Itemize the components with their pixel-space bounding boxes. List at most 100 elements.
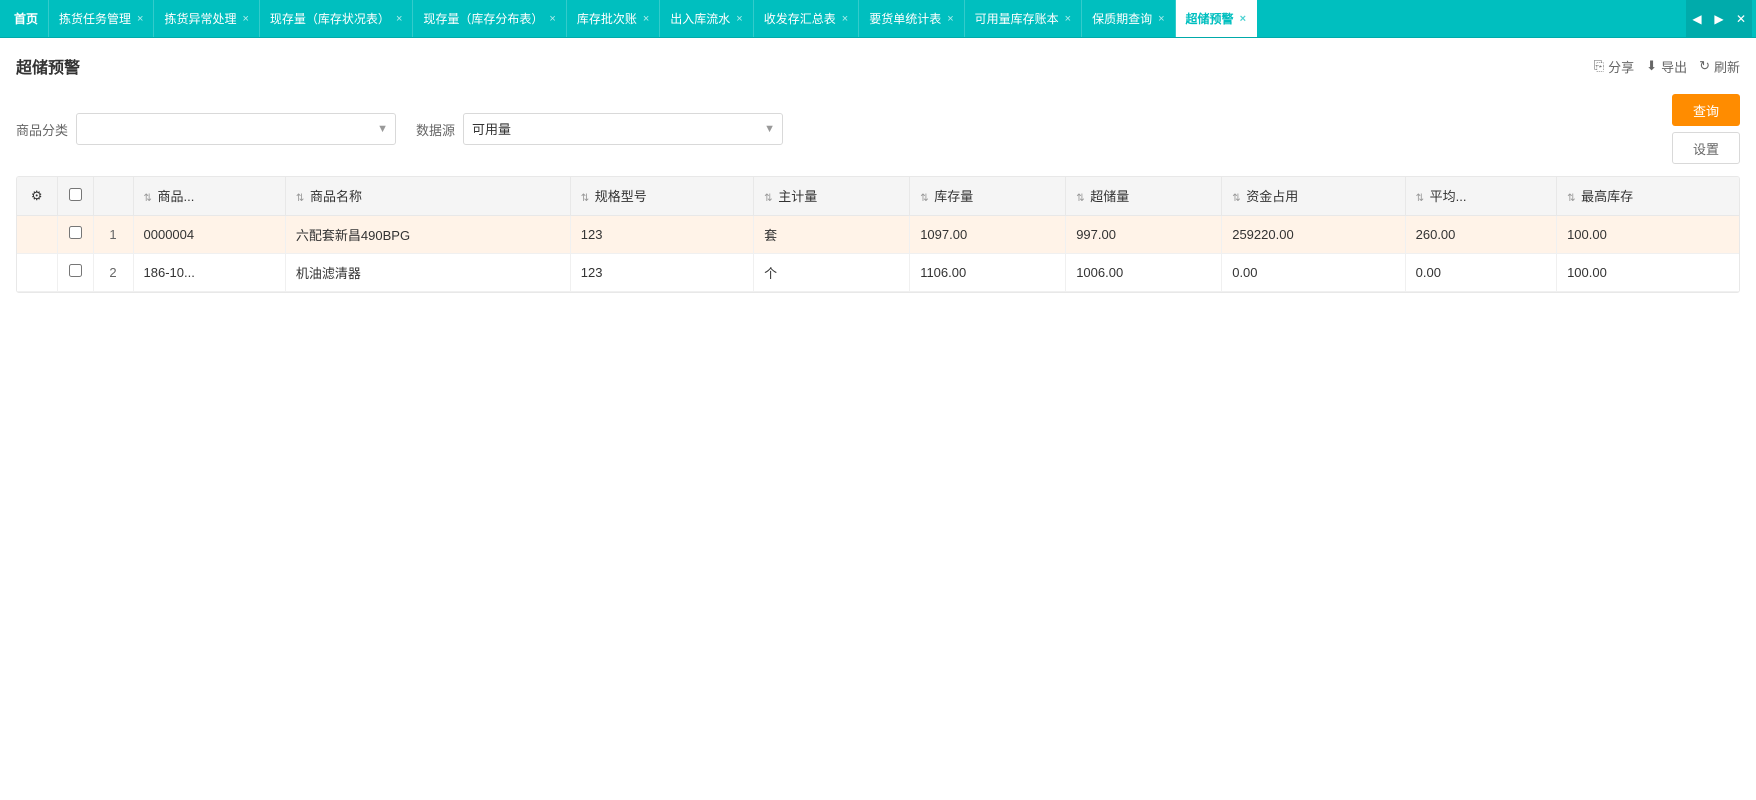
tab-stock-dist[interactable]: 现存量（库存分布表） × bbox=[413, 0, 566, 38]
sort-icon: ⇅ bbox=[1232, 193, 1240, 204]
close-icon[interactable]: × bbox=[242, 13, 248, 25]
close-icon[interactable]: × bbox=[1158, 13, 1164, 25]
sort-icon: ⇅ bbox=[764, 193, 772, 204]
row-num: 1 bbox=[93, 215, 133, 253]
datasource-filter-group: 数据源 可用量 库存量 ▼ bbox=[416, 113, 783, 145]
col-checkbox[interactable] bbox=[57, 177, 93, 215]
close-icon[interactable]: × bbox=[137, 13, 143, 25]
sort-icon: ⇅ bbox=[144, 193, 152, 204]
tab-stock-status[interactable]: 现存量（库存状况表） × bbox=[260, 0, 413, 38]
category-label: 商品分类 bbox=[16, 120, 68, 139]
table-row: 2 186-10... 机油滤清器 123 个 1106.00 1006.00 … bbox=[17, 253, 1739, 291]
col-product-code[interactable]: ⇅ 商品... bbox=[133, 177, 285, 215]
col-spec[interactable]: ⇅ 规格型号 bbox=[570, 177, 753, 215]
cell-unit: 套 bbox=[754, 215, 910, 253]
col-over-qty[interactable]: ⇅ 超储量 bbox=[1066, 177, 1222, 215]
tab-overstock[interactable]: 超储预警 × bbox=[1176, 0, 1257, 38]
cell-spec: 123 bbox=[570, 215, 753, 253]
filter-row: 商品分类 ▼ 数据源 可用量 库存量 ▼ 查询 设置 bbox=[16, 94, 1740, 164]
category-select-wrapper: ▼ bbox=[76, 113, 396, 145]
cell-spec: 123 bbox=[570, 253, 753, 291]
datasource-select-wrapper: 可用量 库存量 ▼ bbox=[463, 113, 783, 145]
page-container: 超储预警 ⎘ 分享 ⬇ 导出 ↻ 刷新 商品分类 ▼ bbox=[0, 38, 1756, 293]
col-unit[interactable]: ⇅ 主计量 bbox=[754, 177, 910, 215]
close-icon[interactable]: × bbox=[947, 13, 953, 25]
col-product-name[interactable]: ⇅ 商品名称 bbox=[285, 177, 570, 215]
page-header: 超储预警 ⎘ 分享 ⬇ 导出 ↻ 刷新 bbox=[16, 54, 1740, 78]
col-settings[interactable]: ⚙ bbox=[17, 177, 57, 215]
category-filter-group: 商品分类 ▼ bbox=[16, 113, 396, 145]
cell-over-qty: 1006.00 bbox=[1066, 253, 1222, 291]
nav-prev-arrow[interactable]: ◀ bbox=[1686, 0, 1708, 38]
row-checkbox[interactable] bbox=[69, 264, 82, 277]
tab-recv-send[interactable]: 收发存汇总表 × bbox=[754, 0, 859, 38]
close-icon[interactable]: × bbox=[842, 13, 848, 25]
close-icon[interactable]: × bbox=[643, 13, 649, 25]
data-table-wrapper: ⚙ ⇅ 商品... ⇅ 商品名称 ⇅ bbox=[16, 176, 1740, 293]
share-icon: ⎘ bbox=[1594, 58, 1604, 74]
cell-max-stock: 100.00 bbox=[1557, 253, 1739, 291]
table-header-row: ⚙ ⇅ 商品... ⇅ 商品名称 ⇅ bbox=[17, 177, 1739, 215]
nav-arrows: ◀ ▶ ✕ bbox=[1686, 0, 1752, 38]
tab-exception[interactable]: 拣货异常处理 × bbox=[154, 0, 259, 38]
cell-avg: 260.00 bbox=[1405, 215, 1556, 253]
category-select[interactable] bbox=[76, 113, 396, 145]
sort-icon: ⇅ bbox=[1567, 193, 1575, 204]
select-all-checkbox[interactable] bbox=[69, 188, 82, 201]
cell-stock-qty: 1097.00 bbox=[910, 215, 1066, 253]
header-actions: ⎘ 分享 ⬇ 导出 ↻ 刷新 bbox=[1594, 57, 1740, 76]
refresh-button[interactable]: ↻ 刷新 bbox=[1699, 57, 1740, 76]
cell-capital: 259220.00 bbox=[1222, 215, 1405, 253]
col-stock-qty[interactable]: ⇅ 库存量 bbox=[910, 177, 1066, 215]
cell-product-code: 0000004 bbox=[133, 215, 285, 253]
col-row-num bbox=[93, 177, 133, 215]
gear-icon[interactable]: ⚙ bbox=[31, 188, 43, 203]
refresh-icon: ↻ bbox=[1699, 58, 1710, 74]
overstock-table: ⚙ ⇅ 商品... ⇅ 商品名称 ⇅ bbox=[17, 177, 1739, 292]
cell-stock-qty: 1106.00 bbox=[910, 253, 1066, 291]
close-icon[interactable]: × bbox=[549, 13, 555, 25]
row-settings bbox=[17, 253, 57, 291]
close-icon[interactable]: × bbox=[1065, 13, 1071, 25]
nav-next-arrow[interactable]: ▶ bbox=[1708, 0, 1730, 38]
cell-max-stock: 100.00 bbox=[1557, 215, 1739, 253]
export-icon: ⬇ bbox=[1646, 58, 1657, 74]
col-capital[interactable]: ⇅ 资金占用 bbox=[1222, 177, 1405, 215]
sort-icon: ⇅ bbox=[581, 193, 589, 204]
row-checkbox-cell[interactable] bbox=[57, 253, 93, 291]
settings-button[interactable]: 设置 bbox=[1672, 132, 1740, 164]
close-icon[interactable]: × bbox=[1240, 13, 1246, 25]
cell-over-qty: 997.00 bbox=[1066, 215, 1222, 253]
row-checkbox-cell[interactable] bbox=[57, 215, 93, 253]
tab-inout-flow[interactable]: 出入库流水 × bbox=[660, 0, 753, 38]
close-icon[interactable]: × bbox=[396, 13, 402, 25]
row-num: 2 bbox=[93, 253, 133, 291]
query-button[interactable]: 查询 bbox=[1672, 94, 1740, 126]
datasource-label: 数据源 bbox=[416, 120, 455, 139]
row-settings bbox=[17, 215, 57, 253]
cell-product-code: 186-10... bbox=[133, 253, 285, 291]
sort-icon: ⇅ bbox=[1416, 193, 1424, 204]
row-checkbox[interactable] bbox=[69, 226, 82, 239]
datasource-select[interactable]: 可用量 库存量 bbox=[463, 113, 783, 145]
table-row: 1 0000004 六配套新昌490BPG 123 套 1097.00 997.… bbox=[17, 215, 1739, 253]
sort-icon: ⇅ bbox=[1076, 193, 1084, 204]
cell-unit: 个 bbox=[754, 253, 910, 291]
col-avg[interactable]: ⇅ 平均... bbox=[1405, 177, 1556, 215]
tab-expiry[interactable]: 保质期查询 × bbox=[1082, 0, 1175, 38]
tab-task-mgmt[interactable]: 拣货任务管理 × bbox=[49, 0, 154, 38]
cell-product-name: 六配套新昌490BPG bbox=[285, 215, 570, 253]
tab-order-stat[interactable]: 要货单统计表 × bbox=[859, 0, 964, 38]
close-icon[interactable]: × bbox=[736, 13, 742, 25]
share-button[interactable]: ⎘ 分享 bbox=[1594, 57, 1634, 76]
export-button[interactable]: ⬇ 导出 bbox=[1646, 57, 1687, 76]
nav-close-arrow[interactable]: ✕ bbox=[1730, 0, 1752, 38]
col-max-stock[interactable]: ⇅ 最高库存 bbox=[1557, 177, 1739, 215]
tab-avail-stock[interactable]: 可用量库存账本 × bbox=[965, 0, 1082, 38]
cell-avg: 0.00 bbox=[1405, 253, 1556, 291]
cell-product-name: 机油滤清器 bbox=[285, 253, 570, 291]
tab-home[interactable]: 首页 bbox=[4, 0, 49, 38]
tab-batch[interactable]: 库存批次账 × bbox=[567, 0, 660, 38]
page-title: 超储预警 bbox=[16, 54, 80, 78]
top-nav: 首页 拣货任务管理 × 拣货异常处理 × 现存量（库存状况表） × 现存量（库存… bbox=[0, 0, 1756, 38]
